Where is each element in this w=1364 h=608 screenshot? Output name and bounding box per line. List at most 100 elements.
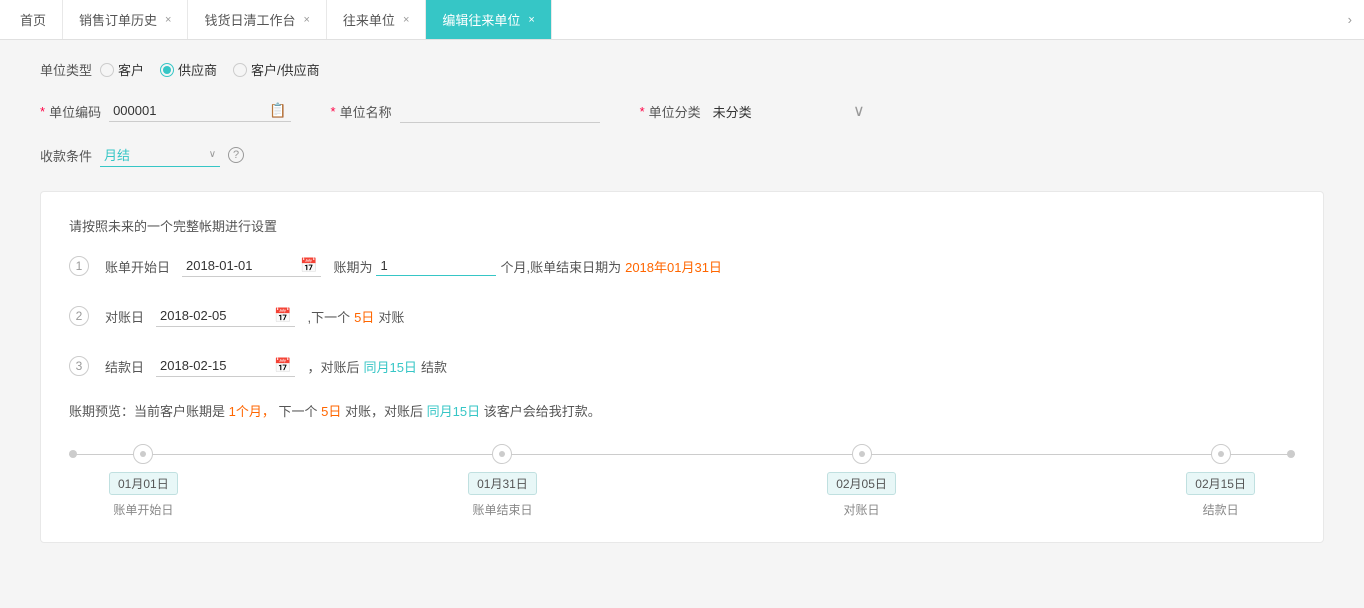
preview-suffix: 该客户会给我打款。 xyxy=(484,404,601,419)
radio-customer-label: 客户 xyxy=(118,60,144,79)
radio-both-label: 客户/供应商 xyxy=(251,60,320,79)
tab-cash-work[interactable]: 钱货日清工作台 × xyxy=(188,0,326,39)
tab-sales-history-close[interactable]: × xyxy=(165,14,171,26)
step-2-label: 对账日 xyxy=(105,307,144,326)
step-3-date-field: 📅 xyxy=(156,355,295,377)
radio-customer[interactable]: 客户 xyxy=(100,60,144,79)
timeline-end-dot xyxy=(1287,450,1295,458)
calendar-icon-3[interactable]: 📅 xyxy=(274,357,291,374)
preview-middle2: 对账，对账后 xyxy=(345,404,423,419)
unit-code-label: 单位编码 xyxy=(49,102,101,121)
main-content: 单位类型 客户 供应商 客户/供应商 * 单位编码 xyxy=(0,40,1364,608)
step-2-desc-suffix: 对账 xyxy=(378,307,404,326)
preview-highlight2: 5日 xyxy=(321,404,341,419)
unit-name-label: 单位名称 xyxy=(340,102,392,121)
unit-info-row: * 单位编码 📋 * 单位名称 * 单位分类 未分类 ∨ xyxy=(40,99,1324,123)
unit-code-group: * 单位编码 📋 xyxy=(40,100,291,122)
point-label-3: 02月05日 xyxy=(827,472,896,495)
preview-prefix: 账期预览：当前客户账期是 xyxy=(69,404,225,419)
point-desc-4: 结款日 xyxy=(1203,501,1239,518)
point-label-2: 01月31日 xyxy=(468,472,537,495)
payment-terms-row: 收款条件 月结 ∨ ? xyxy=(40,143,1324,167)
step-3-desc-suffix: 结款 xyxy=(421,357,447,376)
preview-middle: 下一个 xyxy=(279,404,318,419)
tab-sales-history[interactable]: 销售订单历史 × xyxy=(63,0,188,39)
tab-home-label: 首页 xyxy=(20,10,46,29)
timeline: 01月01日 账单开始日 01月31日 账单结束日 xyxy=(69,444,1295,518)
calendar-icon-code[interactable]: 📋 xyxy=(269,102,286,119)
payment-terms-label: 收款条件 xyxy=(40,146,92,165)
calendar-icon-1[interactable]: 📅 xyxy=(300,257,317,274)
unit-category-dropdown[interactable]: 未分类 ∨ xyxy=(709,99,869,123)
tab-cash-work-label: 钱货日清工作台 xyxy=(204,10,295,29)
point-circle-4 xyxy=(1211,444,1231,464)
timeline-point-1: 01月01日 账单开始日 xyxy=(109,444,178,518)
chevron-down-icon-pay: ∨ xyxy=(209,149,216,160)
step-1-row: 1 账单开始日 📅 账期为 个月,账单结束日期为 2018年01月31日 xyxy=(69,255,1295,277)
radio-supplier[interactable]: 供应商 xyxy=(160,60,217,79)
step-1-period-unit: 个月,账单结束日期为 xyxy=(500,257,621,276)
required-star-name: * xyxy=(331,104,336,119)
point-dot-1 xyxy=(140,451,146,457)
step-3-label: 结款日 xyxy=(105,357,144,376)
chevron-down-icon: ∨ xyxy=(853,101,865,121)
radio-supplier-label: 供应商 xyxy=(178,60,217,79)
step-1-num: 1 xyxy=(69,256,89,276)
unit-type-row: 单位类型 客户 供应商 客户/供应商 xyxy=(40,60,1324,79)
unit-code-field: 📋 xyxy=(109,100,290,122)
tab-sales-history-label: 销售订单历史 xyxy=(79,10,157,29)
point-label-1: 01月01日 xyxy=(109,472,178,495)
timeline-point-2: 01月31日 账单结束日 xyxy=(468,444,537,518)
unit-category-label: 单位分类 xyxy=(649,102,701,121)
step-1-label: 账单开始日 xyxy=(105,257,170,276)
timeline-points: 01月01日 账单开始日 01月31日 账单结束日 xyxy=(109,444,1255,518)
step-1-period-label: 账期为 xyxy=(333,257,372,276)
step-3-desc-prefix: ，对账后 xyxy=(307,357,359,376)
timeline-start-dot xyxy=(69,450,77,458)
payment-terms-dropdown[interactable]: 月结 ∨ xyxy=(100,143,220,167)
step-2-date-input[interactable] xyxy=(160,308,270,323)
tab-edit-partner-label: 编辑往来单位 xyxy=(442,10,520,29)
step-3-date-input[interactable] xyxy=(160,358,270,373)
preview-highlight3: 同月15日 xyxy=(427,404,480,419)
settings-card: 请按照未来的一个完整帐期进行设置 1 账单开始日 📅 账期为 个月,账单结束日期… xyxy=(40,191,1324,543)
tab-edit-partner-close[interactable]: × xyxy=(528,14,534,26)
tab-partners-label: 往来单位 xyxy=(343,10,395,29)
step-2-desc-prefix: ,下一个 xyxy=(307,307,350,326)
step-2-desc-highlight: 5日 xyxy=(354,307,374,326)
step-1-date-field: 📅 xyxy=(182,255,321,277)
unit-code-input[interactable] xyxy=(113,103,263,118)
radio-both[interactable]: 客户/供应商 xyxy=(233,60,320,79)
help-icon[interactable]: ? xyxy=(228,147,244,163)
timeline-point-4: 02月15日 结款日 xyxy=(1186,444,1255,518)
required-star-cat: * xyxy=(640,104,645,119)
step-3-num: 3 xyxy=(69,356,89,376)
timeline-point-3: 02月05日 对账日 xyxy=(827,444,896,518)
step-1-period-end: 2018年01月31日 xyxy=(625,257,722,276)
tab-arrow[interactable]: › xyxy=(1336,0,1364,39)
unit-category-value: 未分类 xyxy=(713,102,849,121)
unit-type-label: 单位类型 xyxy=(40,60,92,79)
tab-partners[interactable]: 往来单位 × xyxy=(327,0,426,39)
point-dot-4 xyxy=(1218,451,1224,457)
required-star-code: * xyxy=(40,104,45,119)
point-dot-2 xyxy=(499,451,505,457)
step-1-date-input[interactable] xyxy=(186,258,296,273)
tab-edit-partner[interactable]: 编辑往来单位 × xyxy=(426,0,551,39)
calendar-icon-2[interactable]: 📅 xyxy=(274,307,291,324)
tab-partners-close[interactable]: × xyxy=(403,14,409,26)
payment-terms-value: 月结 xyxy=(104,145,205,164)
unit-category-group: * 单位分类 未分类 ∨ xyxy=(640,99,869,123)
unit-name-input[interactable] xyxy=(400,99,600,123)
point-circle-3 xyxy=(852,444,872,464)
step-2-num: 2 xyxy=(69,306,89,326)
point-desc-1: 账单开始日 xyxy=(113,501,173,518)
point-label-4: 02月15日 xyxy=(1186,472,1255,495)
tab-cash-work-close[interactable]: × xyxy=(303,14,309,26)
card-title: 请按照未来的一个完整帐期进行设置 xyxy=(69,216,1295,235)
step-3-row: 3 结款日 📅 ，对账后 同月15日 结款 xyxy=(69,355,1295,377)
tab-home[interactable]: 首页 xyxy=(0,0,63,39)
step-1-period-input[interactable] xyxy=(376,256,496,276)
point-desc-2: 账单结束日 xyxy=(472,501,532,518)
radio-group: 客户 供应商 客户/供应商 xyxy=(100,60,320,79)
